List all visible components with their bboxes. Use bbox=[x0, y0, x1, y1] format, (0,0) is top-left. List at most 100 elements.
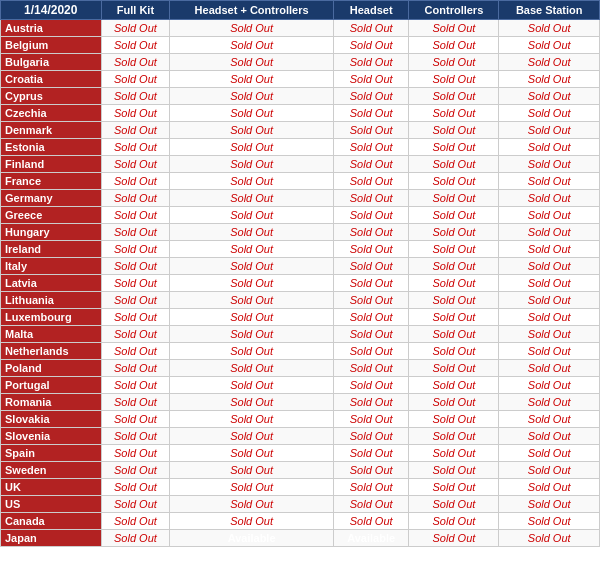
availability-cell: Sold Out bbox=[333, 377, 409, 394]
availability-cell: Sold Out bbox=[101, 377, 170, 394]
country-cell: Bulgaria bbox=[1, 54, 102, 71]
availability-cell: Sold Out bbox=[101, 309, 170, 326]
availability-cell: Sold Out bbox=[333, 122, 409, 139]
availability-cell: Sold Out bbox=[170, 360, 333, 377]
availability-cell: Sold Out bbox=[499, 105, 600, 122]
base-station-header: Base Station bbox=[499, 1, 600, 20]
availability-cell: Sold Out bbox=[333, 20, 409, 37]
availability-cell: Sold Out bbox=[333, 445, 409, 462]
country-cell: Slovakia bbox=[1, 411, 102, 428]
availability-cell: Sold Out bbox=[333, 428, 409, 445]
availability-cell: Sold Out bbox=[333, 241, 409, 258]
table-row: EstoniaSold OutSold OutSold OutSold OutS… bbox=[1, 139, 600, 156]
country-cell: Estonia bbox=[1, 139, 102, 156]
availability-cell: Sold Out bbox=[333, 326, 409, 343]
availability-cell: Sold Out bbox=[101, 156, 170, 173]
availability-cell: Sold Out bbox=[499, 258, 600, 275]
availability-cell: Sold Out bbox=[170, 309, 333, 326]
availability-cell: Sold Out bbox=[170, 173, 333, 190]
availability-cell: Sold Out bbox=[409, 122, 499, 139]
availability-cell: Sold Out bbox=[333, 71, 409, 88]
availability-cell: Sold Out bbox=[499, 20, 600, 37]
availability-cell: Sold Out bbox=[409, 326, 499, 343]
availability-cell: Sold Out bbox=[409, 139, 499, 156]
table-row: LuxembourgSold OutSold OutSold OutSold O… bbox=[1, 309, 600, 326]
country-cell: Hungary bbox=[1, 224, 102, 241]
availability-cell: Sold Out bbox=[101, 479, 170, 496]
date-header: 1/14/2020 bbox=[1, 1, 102, 20]
country-cell: Finland bbox=[1, 156, 102, 173]
availability-cell: Sold Out bbox=[333, 411, 409, 428]
availability-cell: Sold Out bbox=[101, 207, 170, 224]
availability-cell: Sold Out bbox=[333, 343, 409, 360]
availability-cell: Sold Out bbox=[170, 241, 333, 258]
availability-cell: Sold Out bbox=[101, 462, 170, 479]
country-cell: Canada bbox=[1, 513, 102, 530]
table-row: RomaniaSold OutSold OutSold OutSold OutS… bbox=[1, 394, 600, 411]
availability-cell: Sold Out bbox=[499, 54, 600, 71]
availability-cell: Sold Out bbox=[170, 275, 333, 292]
table-row: CanadaSold OutSold OutSold OutSold OutSo… bbox=[1, 513, 600, 530]
availability-cell: Sold Out bbox=[333, 479, 409, 496]
availability-cell: Sold Out bbox=[170, 479, 333, 496]
availability-cell: Sold Out bbox=[409, 292, 499, 309]
availability-cell: Sold Out bbox=[101, 54, 170, 71]
availability-cell: Sold Out bbox=[409, 20, 499, 37]
table-row: USSold OutSold OutSold OutSold OutSold O… bbox=[1, 496, 600, 513]
country-cell: Spain bbox=[1, 445, 102, 462]
availability-cell: Sold Out bbox=[170, 207, 333, 224]
availability-cell: Sold Out bbox=[333, 394, 409, 411]
availability-cell: Sold Out bbox=[333, 275, 409, 292]
availability-cell: Sold Out bbox=[170, 428, 333, 445]
availability-cell: Sold Out bbox=[101, 241, 170, 258]
table-row: NetherlandsSold OutSold OutSold OutSold … bbox=[1, 343, 600, 360]
availability-cell: Sold Out bbox=[333, 513, 409, 530]
availability-cell: Sold Out bbox=[409, 428, 499, 445]
table-row: UKSold OutSold OutSold OutSold OutSold O… bbox=[1, 479, 600, 496]
table-row: PolandSold OutSold OutSold OutSold OutSo… bbox=[1, 360, 600, 377]
table-row: AustriaSold OutSold OutSold OutSold OutS… bbox=[1, 20, 600, 37]
availability-cell: Sold Out bbox=[170, 156, 333, 173]
controllers-header: Controllers bbox=[409, 1, 499, 20]
country-cell: Austria bbox=[1, 20, 102, 37]
availability-cell: Sold Out bbox=[409, 530, 499, 547]
table-row: IrelandSold OutSold OutSold OutSold OutS… bbox=[1, 241, 600, 258]
table-row: LatviaSold OutSold OutSold OutSold OutSo… bbox=[1, 275, 600, 292]
country-cell: Romania bbox=[1, 394, 102, 411]
availability-cell: Sold Out bbox=[409, 105, 499, 122]
country-cell: Japan bbox=[1, 530, 102, 547]
availability-cell: Sold Out bbox=[409, 462, 499, 479]
availability-cell: Sold Out bbox=[409, 411, 499, 428]
table-row: GreeceSold OutSold OutSold OutSold OutSo… bbox=[1, 207, 600, 224]
table-row: GermanySold OutSold OutSold OutSold OutS… bbox=[1, 190, 600, 207]
availability-cell: Sold Out bbox=[101, 37, 170, 54]
availability-cell: Sold Out bbox=[499, 462, 600, 479]
availability-cell: Sold Out bbox=[499, 275, 600, 292]
availability-cell: Sold Out bbox=[409, 37, 499, 54]
availability-cell: Sold Out bbox=[499, 309, 600, 326]
availability-cell: Sold Out bbox=[333, 139, 409, 156]
availability-cell: Sold Out bbox=[499, 343, 600, 360]
availability-cell: Sold Out bbox=[101, 105, 170, 122]
availability-cell: Sold Out bbox=[170, 54, 333, 71]
country-cell: Ireland bbox=[1, 241, 102, 258]
country-cell: Italy bbox=[1, 258, 102, 275]
availability-cell: Sold Out bbox=[333, 292, 409, 309]
availability-cell: Sold Out bbox=[333, 360, 409, 377]
availability-cell: Sold Out bbox=[170, 37, 333, 54]
availability-cell: Sold Out bbox=[101, 173, 170, 190]
availability-cell: Sold Out bbox=[499, 122, 600, 139]
availability-cell: Sold Out bbox=[101, 513, 170, 530]
availability-cell: Sold Out bbox=[499, 377, 600, 394]
availability-cell: Sold Out bbox=[170, 513, 333, 530]
table-row: LithuaniaSold OutSold OutSold OutSold Ou… bbox=[1, 292, 600, 309]
headset-controllers-header: Headset + Controllers bbox=[170, 1, 333, 20]
availability-cell: Sold Out bbox=[499, 207, 600, 224]
availability-cell: Sold Out bbox=[101, 224, 170, 241]
availability-cell: Sold Out bbox=[170, 122, 333, 139]
availability-cell: Sold Out bbox=[101, 496, 170, 513]
availability-cell: Sold Out bbox=[499, 71, 600, 88]
availability-cell: Sold Out bbox=[409, 241, 499, 258]
availability-cell: Sold Out bbox=[499, 156, 600, 173]
country-cell: Greece bbox=[1, 207, 102, 224]
